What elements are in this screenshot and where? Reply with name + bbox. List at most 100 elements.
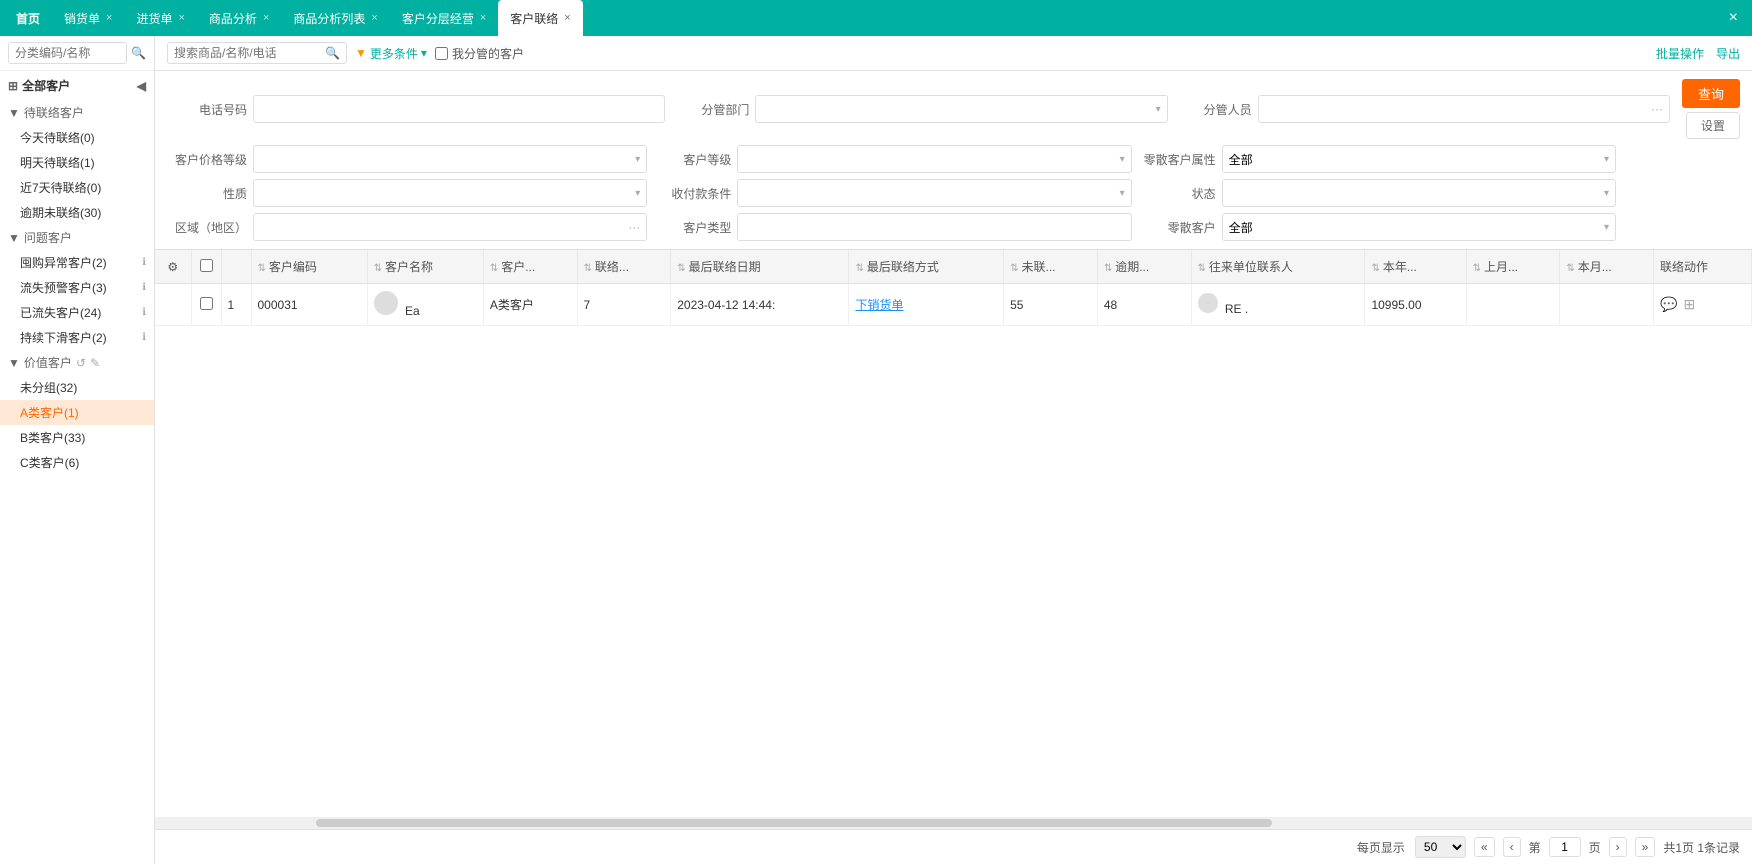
filter-manager-label: 分管人员 — [1172, 101, 1252, 118]
table-area: ⚙ 客户编码 客户名称 客户... 联络... 最后联络日期 最后联络方式 未联… — [155, 250, 1752, 817]
sidebar-search-input[interactable] — [8, 42, 127, 64]
nav-tab-product-analysis-list[interactable]: 商品分析列表 × — [281, 0, 389, 36]
sidebar-section-pending[interactable]: ▼ 待联络客户 — [0, 100, 154, 125]
filter-phone-input[interactable] — [253, 95, 665, 123]
close-icon[interactable]: × — [263, 12, 269, 24]
col-contact[interactable]: 联络... — [577, 250, 671, 284]
filter-payment-select[interactable]: ▾ — [737, 179, 1131, 207]
sidebar-all-customers-header[interactable]: ⊞ 全部客户 ◀ — [0, 71, 154, 100]
col-no-contact[interactable]: 未联... — [1004, 250, 1098, 284]
chevron-down-icon: ▾ — [635, 188, 640, 199]
chevron-down-icon: ▾ — [1120, 188, 1125, 199]
sidebar-item-churned[interactable]: 已流失客户(24) ℹ — [0, 300, 154, 325]
filter-retail-attr-select[interactable]: 全部 ▾ — [1222, 145, 1616, 173]
qr-icon[interactable]: ⊞ — [1683, 296, 1695, 313]
cell-seq: 1 — [221, 284, 251, 326]
query-button[interactable]: 查询 — [1682, 79, 1740, 108]
filter-region: 区域（地区） ··· — [167, 213, 647, 241]
sidebar-item-today[interactable]: 今天待联络(0) — [0, 125, 154, 150]
more-icon: ··· — [1651, 102, 1663, 116]
refresh-icon[interactable]: ↺ — [76, 356, 86, 370]
nav-tab-purchase[interactable]: 进货单 × — [124, 0, 196, 36]
close-icon[interactable]: × — [480, 12, 486, 24]
export-button[interactable]: 导出 — [1716, 45, 1740, 62]
filter-status-select[interactable]: ▾ — [1222, 179, 1616, 207]
sidebar-item-hoard-anomaly[interactable]: 囤购异常客户(2) ℹ — [0, 250, 154, 275]
cell-last-method[interactable]: 下销货单 — [849, 284, 1004, 326]
sidebar-section-value[interactable]: ▼ 价值客户 ↺ ✎ — [0, 350, 154, 375]
sidebar-item-class-a[interactable]: A类客户(1) — [0, 400, 154, 425]
nav-tab-product-analysis[interactable]: 商品分析 × — [197, 0, 281, 36]
col-gear[interactable]: ⚙ — [155, 250, 191, 284]
search-icon[interactable]: 🔍 — [325, 46, 340, 60]
sidebar-item-churn-warning[interactable]: 流失预警客户(3) ℹ — [0, 275, 154, 300]
filter-customer-type-input[interactable] — [737, 213, 1131, 241]
chevron-down-icon: ▾ — [1604, 222, 1609, 233]
sidebar-item-ungrouped[interactable]: 未分组(32) — [0, 375, 154, 400]
filter-retail-customer-select[interactable]: 全部 ▾ — [1222, 213, 1616, 241]
filter-customer-level-label: 客户等级 — [651, 151, 731, 168]
sidebar-item-7days[interactable]: 近7天待联络(0) — [0, 175, 154, 200]
col-code[interactable]: 客户编码 — [251, 250, 367, 284]
row-checkbox[interactable] — [200, 297, 213, 310]
next-page-button[interactable]: › — [1609, 837, 1627, 857]
sidebar-item-class-b[interactable]: B类客户(33) — [0, 425, 154, 450]
search-input[interactable] — [174, 46, 325, 60]
comment-icon[interactable]: 💬 — [1660, 296, 1677, 313]
nav-tab-customer-contact[interactable]: 客户联络 × — [498, 0, 582, 36]
total-label: 共1页 1条记录 — [1663, 839, 1740, 856]
col-type[interactable]: 客户... — [483, 250, 577, 284]
sidebar-item-overdue-contact[interactable]: 逾期未联络(30) — [0, 200, 154, 225]
filter-customer-level-select[interactable]: ▾ — [737, 145, 1131, 173]
collapse-icon[interactable]: ◀ — [137, 79, 146, 93]
page-size-select[interactable]: 50 100 200 — [1415, 836, 1466, 858]
filter-nature-select[interactable]: ▾ — [253, 179, 647, 207]
window-close-button[interactable]: × — [1719, 9, 1748, 27]
nav-tab-home[interactable]: 首页 — [4, 0, 52, 36]
page-number-input[interactable] — [1549, 837, 1581, 857]
col-last-month[interactable]: 上月... — [1466, 250, 1560, 284]
horizontal-scrollbar[interactable] — [155, 817, 1752, 829]
grid-icon: ⊞ — [8, 79, 18, 93]
select-all-checkbox[interactable] — [200, 259, 213, 272]
sidebar-item-class-c[interactable]: C类客户(6) — [0, 450, 154, 475]
close-icon[interactable]: × — [178, 12, 184, 24]
cell-gear — [155, 284, 191, 326]
scrollbar-thumb[interactable] — [316, 819, 1272, 827]
filter-customer-type-label: 客户类型 — [651, 219, 731, 236]
filter-price-level-select[interactable]: ▾ — [253, 145, 647, 173]
info-icon: ℹ — [142, 332, 146, 343]
sidebar-item-declining[interactable]: 持续下滑客户(2) ℹ — [0, 325, 154, 350]
first-page-button[interactable]: « — [1474, 837, 1495, 857]
col-this-month[interactable]: 本月... — [1560, 250, 1654, 284]
col-overdue[interactable]: 逾期... — [1097, 250, 1191, 284]
filter-phone-label: 电话号码 — [167, 101, 247, 118]
filter-status: 状态 ▾ — [1136, 179, 1616, 207]
sidebar-item-tomorrow[interactable]: 明天待联络(1) — [0, 150, 154, 175]
col-unit-contact[interactable]: 往来单位联系人 — [1191, 250, 1365, 284]
col-last-date[interactable]: 最后联络日期 — [671, 250, 849, 284]
last-method-link[interactable]: 下销货单 — [855, 298, 903, 312]
nav-tab-customer-segment[interactable]: 客户分层经营 × — [390, 0, 498, 36]
sidebar-section-problem[interactable]: ▼ 问题客户 — [0, 225, 154, 250]
more-filter-button[interactable]: ▼ 更多条件 ▾ — [355, 45, 427, 62]
close-icon[interactable]: × — [371, 12, 377, 24]
filter-dept-select[interactable]: ▾ — [755, 95, 1167, 123]
my-customers-checkbox[interactable] — [435, 47, 448, 60]
prev-page-button[interactable]: ‹ — [1503, 837, 1521, 857]
close-icon[interactable]: × — [106, 12, 112, 24]
my-customers-checkbox-label[interactable]: 我分管的客户 — [435, 45, 524, 62]
col-name[interactable]: 客户名称 — [367, 250, 483, 284]
close-icon[interactable]: × — [564, 12, 570, 24]
col-this-year[interactable]: 本年... — [1365, 250, 1466, 284]
edit-icon[interactable]: ✎ — [90, 356, 100, 370]
filter-row-4: 区域（地区） ··· 客户类型 零散客户 全部 ▾ — [167, 213, 1740, 241]
last-page-button[interactable]: » — [1635, 837, 1656, 857]
nav-tab-sales[interactable]: 销货单 × — [52, 0, 124, 36]
search-icon[interactable]: 🔍 — [131, 46, 146, 60]
filter-region-input[interactable]: ··· — [253, 213, 647, 241]
batch-op-button[interactable]: 批量操作 — [1656, 45, 1704, 62]
filter-manager-input[interactable]: ··· — [1258, 95, 1670, 123]
setting-button[interactable]: 设置 — [1686, 112, 1740, 139]
col-last-method[interactable]: 最后联络方式 — [849, 250, 1004, 284]
